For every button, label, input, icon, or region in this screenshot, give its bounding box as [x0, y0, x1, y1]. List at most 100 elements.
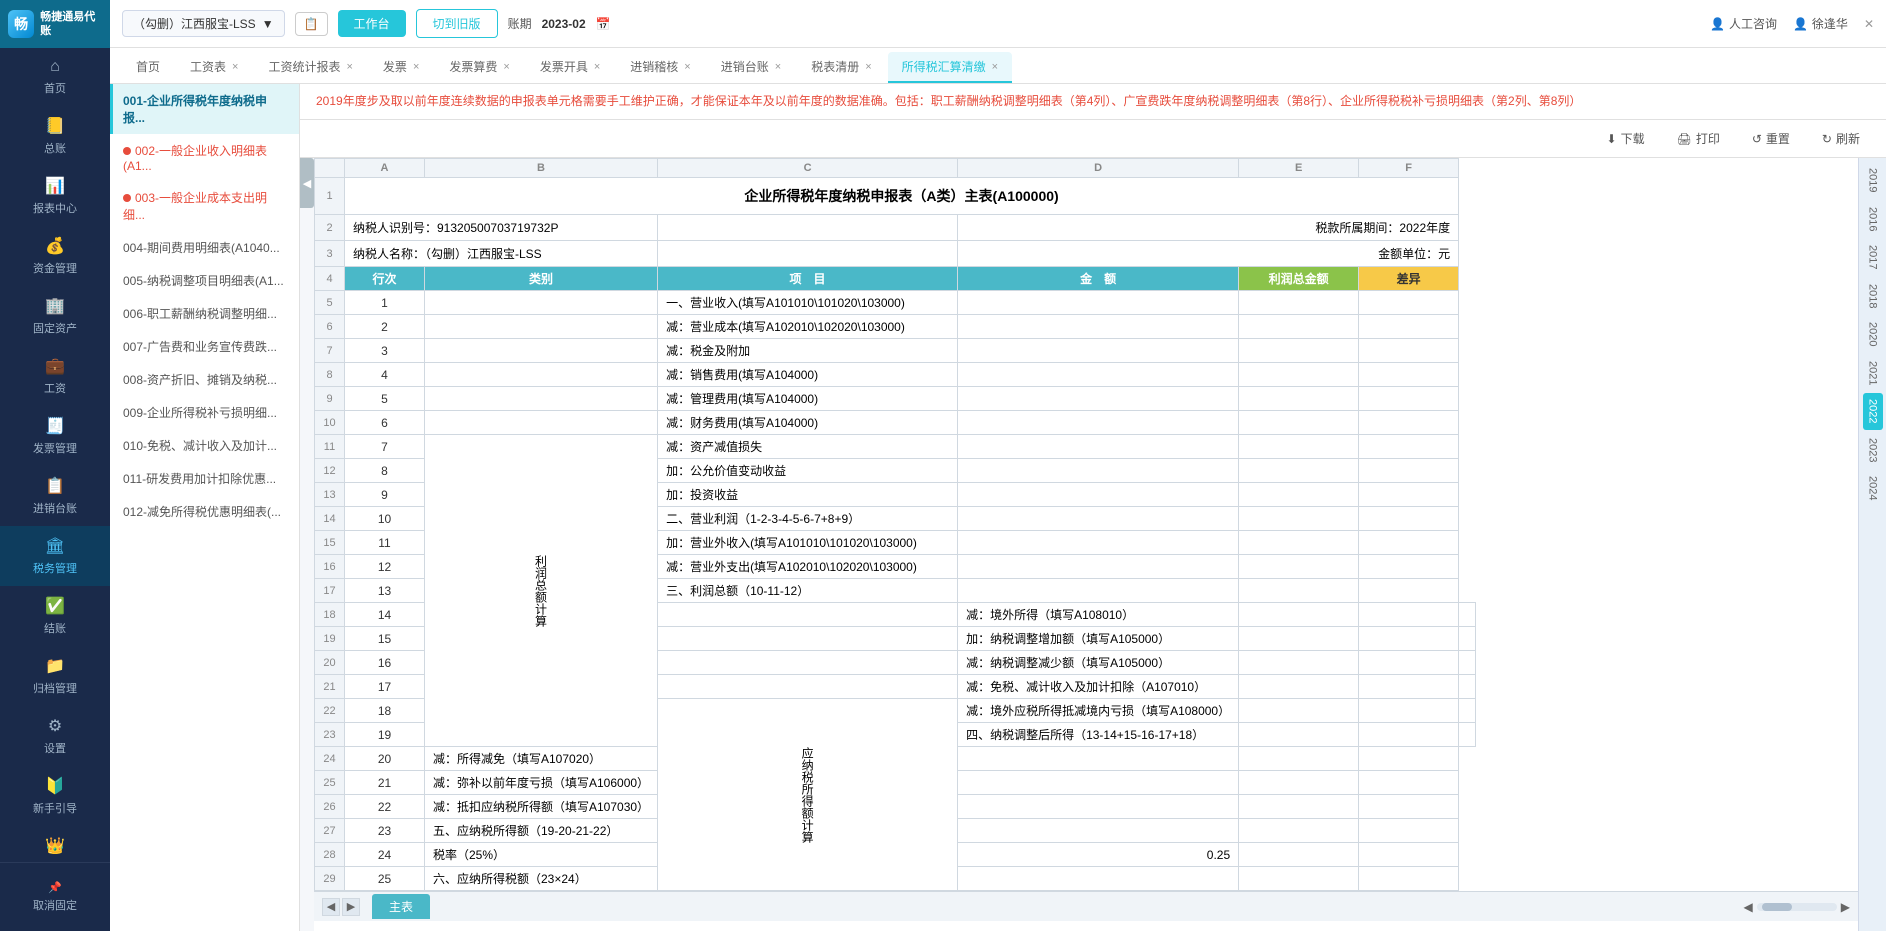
- item-cell-25[interactable]: 六、应纳所得税额（23×24）: [425, 867, 658, 891]
- diff-cell-12[interactable]: [1359, 555, 1459, 579]
- item-cell-13[interactable]: 三、利润总额（10-11-12）: [658, 579, 958, 603]
- diff-cell-4[interactable]: [1359, 363, 1459, 387]
- item-cell-14[interactable]: 减：境外所得（填写A108010）: [958, 603, 1239, 627]
- item-cell-5[interactable]: 减：管理费用(填写A104000): [658, 387, 958, 411]
- panel-toggle-btn[interactable]: ◀: [300, 158, 314, 208]
- diff-cell-23[interactable]: [1359, 819, 1459, 843]
- row-num-22[interactable]: 22: [345, 795, 425, 819]
- item-cell-4[interactable]: 减：销售费用(填写A104000): [658, 363, 958, 387]
- profit-cell-3[interactable]: [1239, 339, 1359, 363]
- profit-cell-6[interactable]: [1239, 411, 1359, 435]
- amount-cell-10[interactable]: [958, 507, 1239, 531]
- amount-cell-5[interactable]: [958, 387, 1239, 411]
- item-cell-11[interactable]: 加：营业外收入(填写A101010\101020\103000): [658, 531, 958, 555]
- tab-close-tax-clear[interactable]: ×: [865, 61, 871, 73]
- diff-cell-11[interactable]: [1359, 531, 1459, 555]
- row-num-7[interactable]: 7: [345, 435, 425, 459]
- year-item-2021[interactable]: 2021: [1863, 355, 1883, 391]
- left-panel-item-001[interactable]: 001-企业所得税年度纳税申报...: [110, 84, 299, 134]
- diff-cell-3[interactable]: [1359, 339, 1459, 363]
- profit-cell-5[interactable]: [1239, 387, 1359, 411]
- amount-cell-18[interactable]: [1239, 699, 1359, 723]
- tab-invoice-check[interactable]: 进销稽核×: [616, 52, 704, 83]
- diff-cell-19[interactable]: [1459, 723, 1476, 747]
- scroll-left-arrow[interactable]: ◀: [1744, 900, 1753, 914]
- row-num-13[interactable]: 13: [345, 579, 425, 603]
- diff-cell-8[interactable]: [1359, 459, 1459, 483]
- tab-close-invoice-check[interactable]: ×: [684, 61, 690, 73]
- row-num-18[interactable]: 18: [345, 699, 425, 723]
- item-cell-1[interactable]: 一、营业收入(填写A101010\101020\103000): [658, 291, 958, 315]
- amount-cell-17[interactable]: [1239, 675, 1359, 699]
- tab-salary[interactable]: 工资表×: [176, 52, 252, 83]
- print-btn[interactable]: 🖨 打印: [1667, 126, 1730, 151]
- profit-cell-18[interactable]: [1359, 699, 1459, 723]
- diff-cell-24[interactable]: [1359, 843, 1459, 867]
- profit-cell-12[interactable]: [1239, 555, 1359, 579]
- sidebar-item-member[interactable]: 👑畅会员: [0, 826, 110, 862]
- sidebar-item-settings[interactable]: ⚙设置: [0, 706, 110, 766]
- left-panel-item-003[interactable]: 003-一般企业成本支出明细...: [110, 181, 299, 231]
- row-num-4[interactable]: 4: [345, 363, 425, 387]
- profit-cell-8[interactable]: [1239, 459, 1359, 483]
- diff-cell-16[interactable]: [1459, 651, 1476, 675]
- sidebar-item-settle[interactable]: ✅结账: [0, 586, 110, 646]
- profit-cell-19[interactable]: [1359, 723, 1459, 747]
- download-btn[interactable]: ⬇ 下载: [1597, 126, 1655, 151]
- profit-cell-9[interactable]: [1239, 483, 1359, 507]
- item-cell-3[interactable]: 减：税金及附加: [658, 339, 958, 363]
- diff-cell-20[interactable]: [1359, 747, 1459, 771]
- profit-cell-20[interactable]: [1239, 747, 1359, 771]
- profit-cell-13[interactable]: [1239, 579, 1359, 603]
- item-cell-22[interactable]: 减：抵扣应纳税所得额（填写A107030）: [425, 795, 658, 819]
- amount-cell-11[interactable]: [958, 531, 1239, 555]
- row-num-1[interactable]: 1: [345, 291, 425, 315]
- refresh-btn[interactable]: ↻ 刷新: [1812, 126, 1870, 151]
- row-num-11[interactable]: 11: [345, 531, 425, 555]
- left-panel-item-009[interactable]: 009-企业所得税补亏损明细...: [110, 396, 299, 429]
- diff-cell-13[interactable]: [1359, 579, 1459, 603]
- diff-cell-15[interactable]: [1459, 627, 1476, 651]
- left-panel-item-012[interactable]: 012-减免所得税优惠明细表(...: [110, 495, 299, 528]
- item-cell-15[interactable]: 加：纳税调整增加额（填写A105000）: [958, 627, 1239, 651]
- diff-cell-6[interactable]: [1359, 411, 1459, 435]
- switch-btn[interactable]: 切到旧版: [416, 9, 498, 38]
- row-num-9[interactable]: 9: [345, 483, 425, 507]
- row-num-12[interactable]: 12: [345, 555, 425, 579]
- amount-cell-14[interactable]: [1239, 603, 1359, 627]
- diff-cell-10[interactable]: [1359, 507, 1459, 531]
- close-main-icon[interactable]: ✕: [1864, 17, 1874, 31]
- profit-cell-15[interactable]: [1359, 627, 1459, 651]
- amount-cell-20[interactable]: [958, 747, 1239, 771]
- left-panel-item-011[interactable]: 011-研发费用加计扣除优惠...: [110, 462, 299, 495]
- tab-close-invoice-ledger[interactable]: ×: [775, 61, 781, 73]
- tab-close-tax-calc[interactable]: ×: [992, 61, 998, 73]
- profit-cell-1[interactable]: [1239, 291, 1359, 315]
- row-num-8[interactable]: 8: [345, 459, 425, 483]
- amount-cell-7[interactable]: [958, 435, 1239, 459]
- sidebar-item-tax[interactable]: 🏛税务管理: [0, 526, 110, 586]
- tab-tax-calc[interactable]: 所得税汇算清缴×: [888, 52, 1012, 83]
- row-num-24[interactable]: 24: [345, 843, 425, 867]
- diff-cell-7[interactable]: [1359, 435, 1459, 459]
- amount-cell-9[interactable]: [958, 483, 1239, 507]
- amount-cell-6[interactable]: [958, 411, 1239, 435]
- left-panel-item-005[interactable]: 005-纳税调整项目明细表(A1...: [110, 264, 299, 297]
- item-cell-12[interactable]: 减：营业外支出(填写A102010\102020\103000): [658, 555, 958, 579]
- diff-cell-22[interactable]: [1359, 795, 1459, 819]
- amount-cell-15[interactable]: [1239, 627, 1359, 651]
- year-item-2024[interactable]: 2024: [1863, 470, 1883, 506]
- calendar-icon[interactable]: 📅: [596, 17, 611, 31]
- profit-cell-4[interactable]: [1239, 363, 1359, 387]
- item-cell-17[interactable]: 减：免税、减计收入及加计扣除（A107010）: [958, 675, 1239, 699]
- tab-invoice-calc[interactable]: 发票算费×: [435, 52, 523, 83]
- row-num-10[interactable]: 10: [345, 507, 425, 531]
- item-cell-19[interactable]: 四、纳税调整后所得（13-14+15-16-17+18）: [958, 723, 1239, 747]
- sheet-tab-main[interactable]: 主表: [372, 894, 430, 919]
- diff-cell-17[interactable]: [1459, 675, 1476, 699]
- amount-cell-13[interactable]: [958, 579, 1239, 603]
- sidebar-item-report[interactable]: 📊报表中心: [0, 166, 110, 226]
- tab-home[interactable]: 首页: [122, 52, 174, 83]
- row-num-25[interactable]: 25: [345, 867, 425, 891]
- amount-cell-21[interactable]: [958, 771, 1239, 795]
